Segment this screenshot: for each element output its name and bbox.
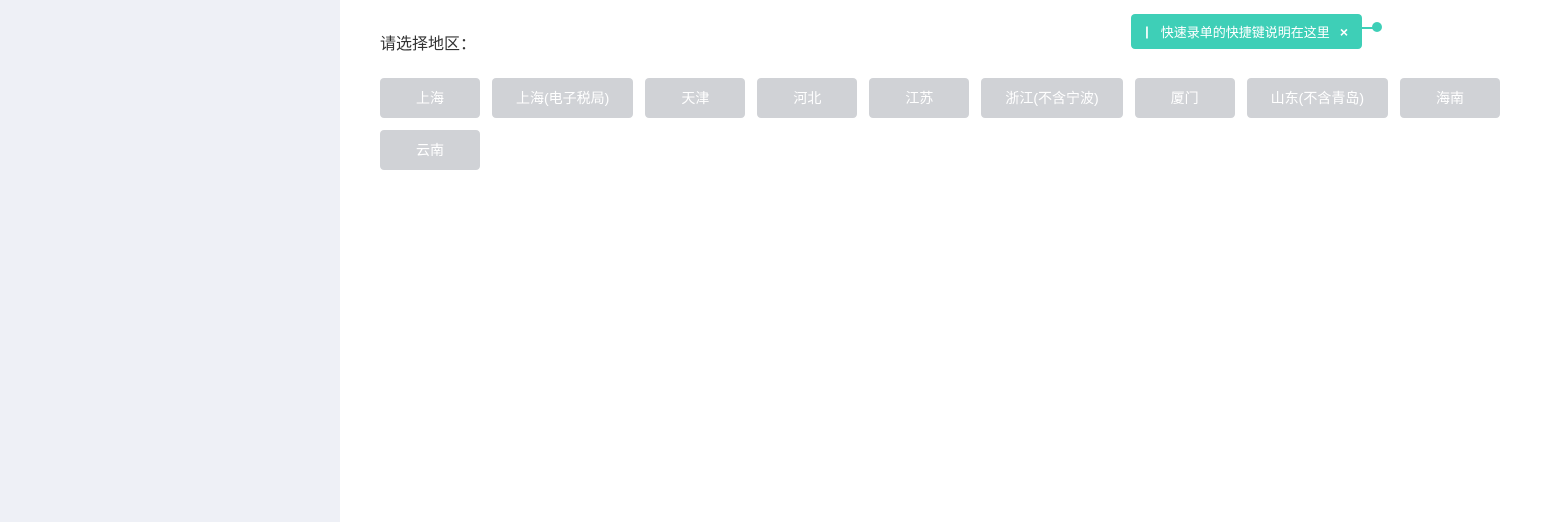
sidebar [0,0,340,522]
region-button-xiamen[interactable]: 厦门 [1135,78,1235,118]
region-button-shanghai-etax[interactable]: 上海(电子税局) [492,78,633,118]
tooltip-dot [1372,22,1382,32]
region-button-yunnan[interactable]: 云南 [380,130,480,170]
region-button-shanghai[interactable]: 上海 [380,78,480,118]
region-button-jiangsu[interactable]: 江苏 [869,78,969,118]
region-button-zhejiang[interactable]: 浙江(不含宁波) [981,78,1122,118]
region-button-tianjin[interactable]: 天津 [645,78,745,118]
tooltip-text: 快速录单的快捷键说明在这里 [1161,22,1330,41]
region-button-shandong[interactable]: 山东(不含青岛) [1247,78,1388,118]
main-content: 请选择地区： 上海上海(电子税局)天津河北江苏浙江(不含宁波)厦门山东(不含青岛… [340,0,1562,522]
region-button-hainan[interactable]: 海南 [1400,78,1500,118]
region-buttons-container: 上海上海(电子税局) 天津河北江苏浙江(不含宁波) 厦门山东(不含青岛) 海南云南 [380,78,1522,170]
tooltip-close-button[interactable]: × [1340,25,1348,39]
tooltip-banner: 快速录单的快捷键说明在这里 × [1131,14,1362,49]
region-button-hebei[interactable]: 河北 [757,78,857,118]
